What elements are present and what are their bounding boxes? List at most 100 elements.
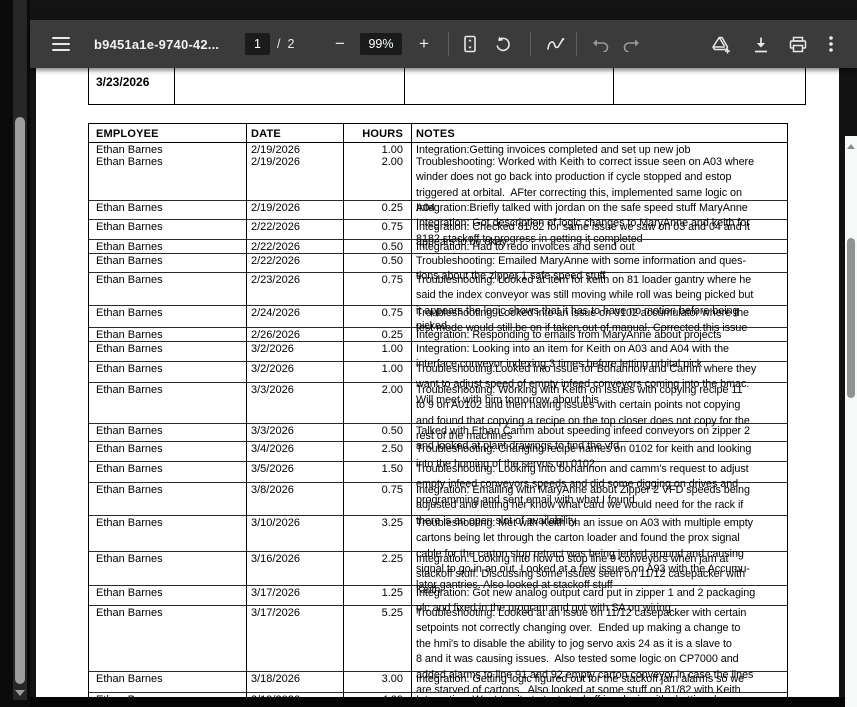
- redo-icon: [622, 36, 640, 52]
- zoom-in-button[interactable]: +: [410, 30, 438, 58]
- previous-entry-date: 3/23/2026: [96, 75, 150, 89]
- table-border: [613, 68, 614, 104]
- cell-employee: Ethan Barnes: [96, 202, 163, 214]
- download-icon: [753, 36, 769, 53]
- zoom-level[interactable]: 99%: [360, 33, 402, 55]
- menu-button[interactable]: [44, 26, 78, 62]
- cell-employee: Ethan Barnes: [96, 517, 163, 529]
- cell-date: 3/2/2026: [251, 363, 294, 375]
- print-button[interactable]: [781, 26, 815, 62]
- cell-hours: 2.50: [381, 443, 403, 455]
- cell-date: 2/22/2026: [251, 255, 300, 267]
- cell-employee: Ethan Barnes: [96, 384, 163, 396]
- cell-date: 2/19/2026: [251, 202, 300, 214]
- timesheet-row: Ethan Barnes 3/8/2026 0.75 Integration: Ema…: [89, 483, 787, 527]
- scrollbar-up-arrow-icon[interactable]: [847, 144, 855, 149]
- table-border: [246, 143, 247, 155]
- timesheet-row: Ethan Barnes 3/17/2026 5.25 Troubleshooting…: [89, 606, 787, 696]
- timesheet-row: Ethan Barnes 3/10/2026 3.25 Troubleshooting…: [89, 516, 787, 591]
- timesheet-row: Ethan Barnes 2/23/2026 0.75 Troubleshooting…: [89, 273, 787, 332]
- table-border: [411, 442, 412, 461]
- timesheet-row: Ethan Barnes 3/3/2026 0.50 Talked with Etha…: [89, 424, 787, 452]
- table-border: [411, 483, 412, 515]
- left-scrollbar-thumb[interactable]: [15, 117, 25, 684]
- viewer-scrollbar-track[interactable]: [845, 136, 857, 707]
- cell-date: 2/22/2026: [251, 221, 300, 233]
- table-border: [246, 342, 247, 361]
- table-border: [246, 586, 247, 605]
- table-border: [411, 362, 412, 382]
- more-options-button[interactable]: [814, 26, 848, 62]
- cell-employee: Ethan Barnes: [96, 255, 163, 267]
- timesheet-row: Ethan Barnes 2/19/2026 2.00 Troubleshooting…: [89, 155, 787, 214]
- table-border: [246, 462, 247, 482]
- table-border: [246, 155, 247, 200]
- cell-hours: 0.25: [381, 329, 403, 341]
- page-count: / 2: [277, 20, 294, 68]
- add-to-drive-button[interactable]: [704, 26, 738, 62]
- timesheet-row: Ethan Barnes 2/26/2026 0.25 Integration: Re…: [89, 328, 787, 342]
- header-notes: NOTES: [416, 128, 455, 140]
- cell-date: 3/17/2026: [251, 587, 300, 599]
- table-border: [411, 220, 412, 239]
- cell-date: 3/5/2026: [251, 463, 294, 475]
- undo-button[interactable]: [584, 26, 618, 62]
- cell-hours: 0.25: [381, 202, 403, 214]
- table-border: [246, 483, 247, 515]
- previous-table-fragment: 3/23/2026: [88, 68, 806, 105]
- cell-hours: 0.50: [381, 255, 403, 267]
- viewer-content-area: 3/23/2026 EMPLOYEE DATE HOURS NOTES Etha…: [30, 68, 857, 707]
- cell-employee: Ethan Barnes: [96, 553, 163, 565]
- table-border: [246, 362, 247, 382]
- cell-date: 3/3/2026: [251, 384, 294, 396]
- timesheet-row: Ethan Barnes 2/19/2026 0.25 Integration:Bri…: [89, 201, 787, 245]
- cell-date: 3/17/2026: [251, 607, 300, 619]
- table-border: [246, 254, 247, 272]
- cell-employee: Ethan Barnes: [96, 274, 163, 286]
- toolbar-divider: [576, 32, 577, 56]
- table-border: [246, 328, 247, 341]
- table-border: [246, 306, 247, 327]
- page-number-input[interactable]: 1: [245, 33, 270, 55]
- left-scrollbar-down-arrow-icon[interactable]: [15, 690, 25, 696]
- cell-date: 3/8/2026: [251, 484, 294, 496]
- timesheet-row: Ethan Barnes 3/16/2026 2.25 Integration: Lo…: [89, 552, 787, 596]
- table-border: [411, 342, 412, 361]
- timesheet-table: EMPLOYEE DATE HOURS NOTES Ethan Barnes 2/…: [88, 123, 788, 697]
- rotate-button[interactable]: [486, 26, 520, 62]
- viewer-scrollbar-thumb[interactable]: [847, 238, 855, 398]
- cell-employee: Ethan Barnes: [96, 343, 163, 355]
- annotate-button[interactable]: [539, 26, 573, 62]
- kebab-menu-icon: [829, 36, 833, 52]
- cell-hours: 0.50: [381, 241, 403, 253]
- pdf-viewer-app: b9451a1e-9740-42... 1 / 2 − 99% + 3/23/2…: [0, 0, 857, 707]
- table-body: Ethan Barnes 2/19/2026 1.00 Integration:Get…: [89, 143, 787, 697]
- table-border: [246, 606, 247, 671]
- table-border: [174, 68, 175, 104]
- table-border: [246, 516, 247, 551]
- fit-to-page-button[interactable]: [453, 26, 487, 62]
- table-border: [411, 328, 412, 341]
- timesheet-row: Ethan Barnes 3/2/2026 1.00 Troubleshooting:…: [89, 362, 787, 406]
- table-border: [246, 672, 247, 692]
- cell-employee: Ethan Barnes: [96, 463, 163, 475]
- cell-employee: Ethan Barnes: [96, 694, 163, 697]
- table-border: [411, 693, 412, 697]
- zoom-out-button[interactable]: −: [326, 30, 354, 58]
- document-title: b9451a1e-9740-42...: [94, 36, 220, 52]
- redo-button[interactable]: [614, 26, 648, 62]
- outer-left-rail: [0, 0, 30, 707]
- cell-employee: Ethan Barnes: [96, 425, 163, 437]
- table-border: [411, 155, 412, 200]
- download-button[interactable]: [744, 26, 778, 62]
- cell-employee: Ethan Barnes: [96, 307, 163, 319]
- cell-date: 3/4/2026: [251, 443, 294, 455]
- table-border: [411, 516, 412, 551]
- cell-hours: 0.75: [381, 221, 403, 233]
- cell-employee: Ethan Barnes: [96, 241, 163, 253]
- cell-date: 3/3/2026: [251, 425, 294, 437]
- cell-date: 3/2/2026: [251, 343, 294, 355]
- cell-hours: 3.00: [381, 673, 403, 685]
- top-strip: [30, 0, 857, 20]
- timesheet-row: Ethan Barnes 3/19/2026 4.00 Integration: We…: [89, 693, 787, 697]
